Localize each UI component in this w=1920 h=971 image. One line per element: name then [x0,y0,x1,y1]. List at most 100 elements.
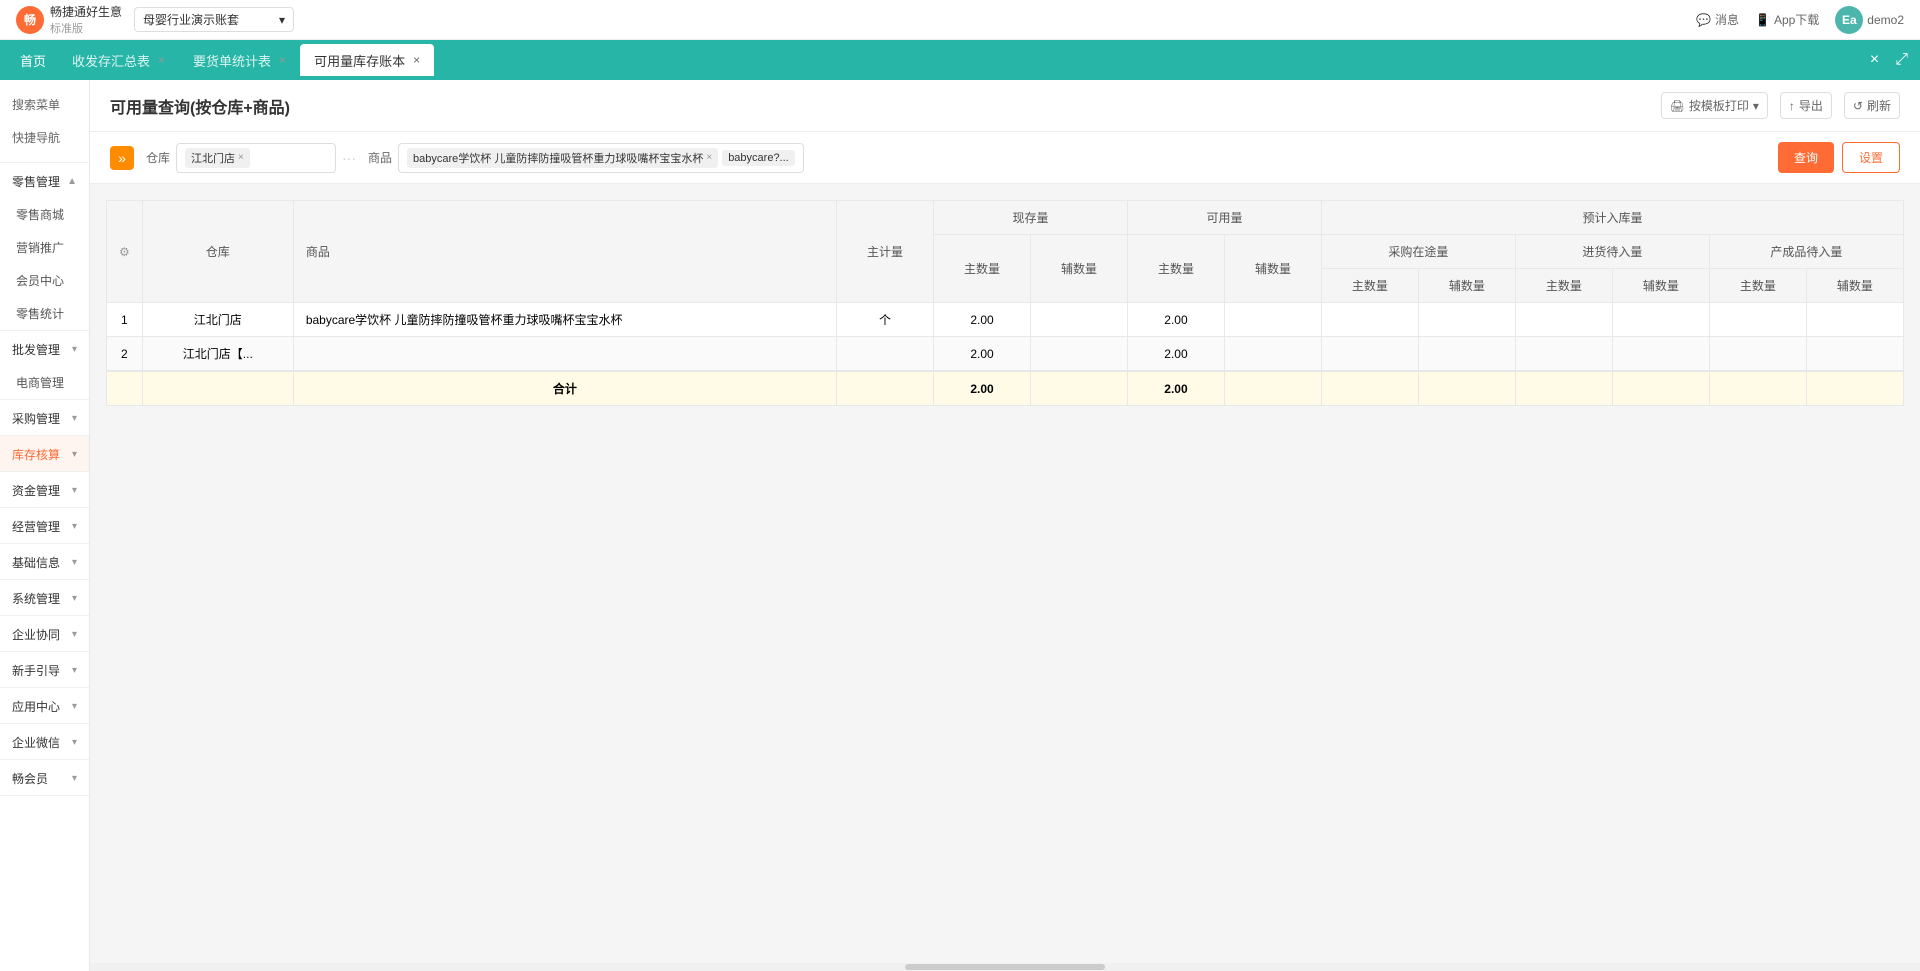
th-settings[interactable]: ⚙ [107,201,143,303]
product-tag-1-close[interactable]: × [706,152,712,163]
sidebar-finance-arrow: ▾ [72,485,77,496]
tab-receive-summary-close[interactable]: × [158,53,165,67]
sidebar-retail-label: 零售管理 [12,173,60,190]
sidebar-system-header[interactable]: 系统管理 ▾ [0,580,89,615]
warehouse-tag-1[interactable]: 江北门店 × [185,148,250,168]
sidebar-guide-arrow: ▾ [72,665,77,676]
sidebar-appcenter-header[interactable]: 应用中心 ▾ [0,688,89,723]
product-tag-1[interactable]: babycare学饮杯 儿童防摔防撞吸管杯重力球吸嘴杯宝宝水杯 × [407,148,718,168]
tab-maximize-btn[interactable]: ⤢ [1891,47,1912,73]
tab-available-inventory[interactable]: 可用量库存账本 × [300,44,434,76]
row2-goods-main [1515,337,1612,372]
tab-purchase-stats[interactable]: 要货单统计表 × [179,44,300,76]
tab-close-all-btn[interactable]: × [1866,47,1883,73]
sidebar-item-retail-mall[interactable]: 零售商城 [0,198,89,231]
sidebar-item-marketing[interactable]: 营销推广 [0,231,89,264]
sidebar-operation-header[interactable]: 经营管理 ▾ [0,508,89,543]
sidebar-search-menu[interactable]: 搜索菜单 [0,88,89,121]
sidebar-finance-label: 资金管理 [12,482,60,499]
product-filter-input[interactable]: babycare学饮杯 儿童防摔防撞吸管杯重力球吸嘴杯宝宝水杯 × babyca… [398,143,804,173]
print-btn[interactable]: 🖨 按模板打印 ▾ [1661,92,1768,119]
row2-goods-aux [1612,337,1709,372]
top-bar-left: 畅 畅捷通好生意 标准版 母婴行业演示账套 ▾ [16,3,294,36]
sidebar-group-enterprise: 企业协同 ▾ [0,616,89,652]
sidebar-inventory-header[interactable]: 库存核算 ▾ [0,436,89,471]
data-table: ⚙ 仓库 商品 主计量 现存量 可用量 预计入库量 主数量 辅数量 主数量 辅数… [106,200,1904,406]
settings-btn[interactable]: 设置 [1842,142,1900,173]
sidebar-basic-label: 基础信息 [12,554,60,571]
sidebar-enterprise-header[interactable]: 企业协同 ▾ [0,616,89,651]
sidebar-purchase-header[interactable]: 采购管理 ▾ [0,400,89,435]
tab-available-inventory-close[interactable]: × [413,53,420,67]
sidebar-group-guide: 新手引导 ▾ [0,652,89,688]
tab-purchase-stats-close[interactable]: × [279,53,286,67]
row2-purchase-aux [1418,337,1515,372]
tab-receive-summary[interactable]: 收发存汇总表 × [58,44,179,76]
sidebar-item-member[interactable]: 会员中心 [0,264,89,297]
sidebar-group-operation: 经营管理 ▾ [0,508,89,544]
sidebar-wechat-header[interactable]: 企业微信 ▾ [0,724,89,759]
product-tag-2[interactable]: babycare?... [722,150,795,166]
th-expected-in: 预计入库量 [1321,201,1903,235]
summary-label: 合计 [293,371,836,406]
tab-home[interactable]: 首页 [8,44,58,76]
sidebar-system-arrow: ▾ [72,593,77,604]
row1-goods-aux [1612,303,1709,337]
row1-goods-main [1515,303,1612,337]
row2-product-aux [1806,337,1903,372]
th-purchase-transit: 采购在途量 [1321,235,1515,269]
sidebar-basic-header[interactable]: 基础信息 ▾ [0,544,89,579]
sidebar-changhui-header[interactable]: 畅会员 ▾ [0,760,89,795]
row2-stock-aux [1030,337,1127,372]
row2-purchase-main [1321,337,1418,372]
row1-unit: 个 [837,303,934,337]
sidebar-retail-header[interactable]: 零售管理 ▲ [0,163,89,198]
filter-actions: 查询 设置 [1778,142,1900,173]
row2-available-aux [1224,337,1321,372]
app-download-btn[interactable]: 📱 App下载 [1755,11,1819,28]
summary-stock-aux [1030,371,1127,406]
sidebar-quick-nav[interactable]: 快捷导航 [0,121,89,154]
sidebar-item-ecommerce[interactable]: 电商管理 [0,366,89,399]
warehouse-filter-input[interactable]: 江北门店 × [176,143,336,173]
tab-receive-summary-label: 收发存汇总表 [72,51,150,70]
sidebar-item-retail-stats[interactable]: 零售统计 [0,297,89,330]
horizontal-scrollbar[interactable] [90,963,1920,971]
brand: 畅 畅捷通好生意 标准版 [16,3,122,36]
sidebar-finance-header[interactable]: 资金管理 ▾ [0,472,89,507]
refresh-btn[interactable]: ↺ 刷新 [1844,92,1900,119]
settings-icon[interactable]: ⚙ [119,245,130,259]
warehouse-filter-label: 仓库 [146,149,170,166]
refresh-label: 刷新 [1867,97,1891,114]
product-filter: 商品 babycare学饮杯 儿童防摔防撞吸管杯重力球吸嘴杯宝宝水杯 × bab… [368,143,804,173]
query-btn[interactable]: 查询 [1778,142,1834,173]
sidebar-wholesale-header[interactable]: 批发管理 ▾ [0,331,89,366]
scroll-thumb[interactable] [905,964,1105,970]
sidebar-basic-arrow: ▾ [72,557,77,568]
page-actions: 🖨 按模板打印 ▾ ↑ 导出 ↺ 刷新 [1661,92,1900,119]
sidebar-group-wechat: 企业微信 ▾ [0,724,89,760]
summary-empty-1 [107,371,143,406]
th-purchase-transit-aux: 辅数量 [1418,269,1515,303]
message-icon: 💬 [1696,13,1711,27]
warehouse-more[interactable]: ··· [342,150,356,166]
sidebar-guide-header[interactable]: 新手引导 ▾ [0,652,89,687]
tenant-selector[interactable]: 母婴行业演示账套 ▾ [134,7,294,32]
export-btn[interactable]: ↑ 导出 [1780,92,1832,119]
filter-expand-btn[interactable]: » [110,146,134,170]
product-tag-2-text: babycare?... [728,152,789,164]
sidebar-guide-label: 新手引导 [12,662,60,679]
sidebar-purchase-label: 采购管理 [12,410,60,427]
th-stock-aux: 辅数量 [1030,235,1127,303]
user-info[interactable]: Ea demo2 [1835,6,1904,34]
top-bar: 畅 畅捷通好生意 标准版 母婴行业演示账套 ▾ 💬 消息 📱 App下载 Ea … [0,0,1920,40]
user-name: demo2 [1867,13,1904,27]
row1-warehouse: 江北门店 [142,303,293,337]
summary-goods-aux [1612,371,1709,406]
warehouse-tag-1-close[interactable]: × [238,152,244,163]
sidebar-inventory-arrow: ▾ [72,449,77,460]
sidebar-wechat-label: 企业微信 [12,734,60,751]
th-available-aux: 辅数量 [1224,235,1321,303]
message-btn[interactable]: 💬 消息 [1696,11,1739,28]
th-product-arrival: 产成品待入量 [1709,235,1903,269]
